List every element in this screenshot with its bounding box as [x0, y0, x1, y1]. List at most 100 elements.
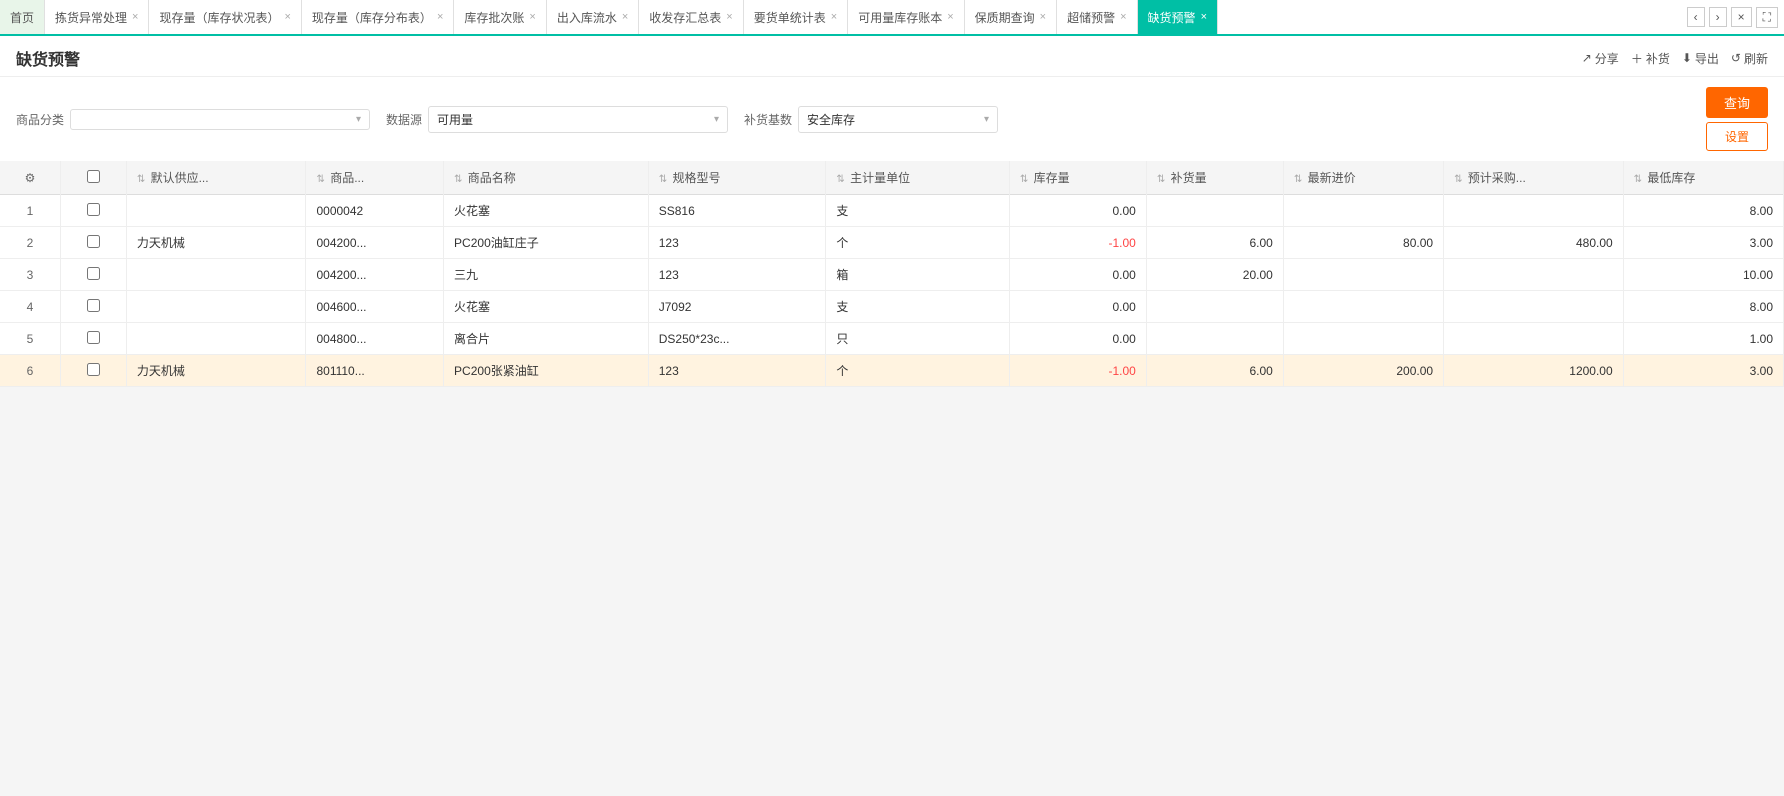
- column-supplier: ⇅ 默认供应...: [126, 161, 306, 195]
- row-unit-4: 只: [826, 323, 1009, 355]
- page-header: 缺货预警 ↗ 分享 ＋ 补货 ⬇ 导出 ↺ 刷新: [0, 36, 1784, 77]
- row-estimated-purchase-1: 480.00: [1444, 227, 1624, 259]
- column-checkbox-all[interactable]: [61, 161, 127, 195]
- row-checkbox-2[interactable]: [61, 259, 127, 291]
- row-checkbox-4[interactable]: [61, 323, 127, 355]
- row-goods-name-2: 三九: [444, 259, 649, 291]
- prev-tab-button[interactable]: ‹: [1687, 7, 1705, 27]
- tab-close-10[interactable]: ×: [1120, 11, 1126, 23]
- table-row: 2 力天机械 004200... PC200油缸庄子 123 个 -1.00 6…: [0, 227, 1784, 259]
- row-goods-name-1: PC200油缸庄子: [444, 227, 649, 259]
- category-label: 商品分类: [16, 111, 64, 128]
- category-chevron-icon: ▾: [356, 114, 361, 125]
- next-tab-button[interactable]: ›: [1709, 7, 1727, 27]
- row-num-0: 1: [0, 195, 61, 227]
- table-header-row: ⚙ ⇅ 默认供应... ⇅ 商品... ⇅ 商品名称 ⇅: [0, 161, 1784, 195]
- tab-7[interactable]: 要货单统计表×: [744, 0, 848, 34]
- tab-8[interactable]: 可用量库存账本×: [848, 0, 964, 34]
- row-num-5: 6: [0, 355, 61, 387]
- row-latest-price-5: 200.00: [1283, 355, 1443, 387]
- query-button[interactable]: 查询: [1706, 87, 1768, 118]
- refresh-button[interactable]: ↺ 刷新: [1731, 50, 1768, 67]
- tab-close-4[interactable]: ×: [529, 11, 535, 23]
- fullscreen-button[interactable]: ⛶: [1756, 7, 1778, 28]
- row-spec-3: J7092: [648, 291, 826, 323]
- select-all-checkbox[interactable]: [87, 170, 100, 183]
- tab-close-1[interactable]: ×: [132, 11, 138, 23]
- column-estimated-purchase: ⇅ 预计采购...: [1444, 161, 1624, 195]
- row-num-1: 2: [0, 227, 61, 259]
- tab-close-7[interactable]: ×: [831, 11, 837, 23]
- category-select[interactable]: ▾: [70, 109, 370, 130]
- column-settings-icon[interactable]: ⚙: [0, 161, 61, 195]
- row-replenish-5: 6.00: [1146, 355, 1283, 387]
- row-latest-price-4: [1283, 323, 1443, 355]
- tab-close-11[interactable]: ×: [1201, 11, 1207, 23]
- row-latest-price-2: [1283, 259, 1443, 291]
- row-min-stock-5: 3.00: [1623, 355, 1783, 387]
- row-unit-5: 个: [826, 355, 1009, 387]
- row-num-4: 5: [0, 323, 61, 355]
- row-estimated-purchase-2: [1444, 259, 1624, 291]
- row-min-stock-2: 10.00: [1623, 259, 1783, 291]
- export-icon: ⬇: [1682, 51, 1692, 65]
- replenish-base-chevron-icon: ▾: [984, 114, 989, 125]
- row-num-2: 3: [0, 259, 61, 291]
- row-min-stock-3: 8.00: [1623, 291, 1783, 323]
- row-estimated-purchase-4: [1444, 323, 1624, 355]
- row-supplier-4: [126, 323, 306, 355]
- row-checkbox-3[interactable]: [61, 291, 127, 323]
- export-button[interactable]: ⬇ 导出: [1682, 50, 1719, 67]
- table-row: 3 004200... 三九 123 箱 0.00 20.00 10.00: [0, 259, 1784, 291]
- tab-close-8[interactable]: ×: [947, 11, 953, 23]
- share-button[interactable]: ↗ 分享: [1582, 50, 1619, 67]
- share-icon: ↗: [1582, 51, 1592, 65]
- refresh-icon: ↺: [1731, 51, 1741, 65]
- tab-0[interactable]: 首页: [0, 0, 45, 34]
- close-window-button[interactable]: ×: [1731, 7, 1752, 27]
- row-supplier-5: 力天机械: [126, 355, 306, 387]
- tab-1[interactable]: 拣货异常处理×: [45, 0, 149, 34]
- tab-close-6[interactable]: ×: [726, 11, 732, 23]
- settings-button[interactable]: 设置: [1706, 122, 1768, 151]
- tab-9[interactable]: 保质期查询×: [965, 0, 1057, 34]
- tab-10[interactable]: 超储预警×: [1057, 0, 1137, 34]
- row-latest-price-0: [1283, 195, 1443, 227]
- row-supplier-0: [126, 195, 306, 227]
- tab-close-5[interactable]: ×: [622, 11, 628, 23]
- row-min-stock-1: 3.00: [1623, 227, 1783, 259]
- data-table: ⚙ ⇅ 默认供应... ⇅ 商品... ⇅ 商品名称 ⇅: [0, 161, 1784, 387]
- tab-4[interactable]: 库存批次账×: [454, 0, 546, 34]
- filter-bar: 商品分类 ▾ 数据源 可用量 ▾ 补货基数 安全库存 ▾ 查询 设置: [0, 77, 1784, 161]
- table-row: 1 0000042 火花塞 SS816 支 0.00 8.00: [0, 195, 1784, 227]
- tab-2[interactable]: 现存量（库存状况表）×: [149, 0, 301, 34]
- replenish-button[interactable]: ＋ 补货: [1631, 50, 1670, 67]
- row-checkbox-1[interactable]: [61, 227, 127, 259]
- row-goods-code-3: 004600...: [306, 291, 444, 323]
- row-estimated-purchase-0: [1444, 195, 1624, 227]
- tab-11[interactable]: 缺货预警×: [1138, 0, 1218, 34]
- row-stock-5: -1.00: [1009, 355, 1146, 387]
- row-spec-0: SS816: [648, 195, 826, 227]
- tab-3[interactable]: 现存量（库存分布表）×: [302, 0, 454, 34]
- row-spec-2: 123: [648, 259, 826, 291]
- column-min-stock: ⇅ 最低库存: [1623, 161, 1783, 195]
- tab-close-9[interactable]: ×: [1040, 11, 1046, 23]
- tab-6[interactable]: 收发存汇总表×: [639, 0, 743, 34]
- datasource-select[interactable]: 可用量 ▾: [428, 106, 728, 133]
- row-unit-2: 箱: [826, 259, 1009, 291]
- column-spec: ⇅ 规格型号: [648, 161, 826, 195]
- row-goods-name-0: 火花塞: [444, 195, 649, 227]
- row-replenish-4: [1146, 323, 1283, 355]
- tab-5[interactable]: 出入库流水×: [547, 0, 639, 34]
- row-stock-4: 0.00: [1009, 323, 1146, 355]
- tab-close-2[interactable]: ×: [284, 11, 290, 23]
- row-checkbox-0[interactable]: [61, 195, 127, 227]
- page-title: 缺货预警: [16, 46, 80, 70]
- tab-close-3[interactable]: ×: [437, 11, 443, 23]
- column-goods-name: ⇅ 商品名称: [444, 161, 649, 195]
- replenish-base-select[interactable]: 安全库存 ▾: [798, 106, 998, 133]
- row-supplier-3: [126, 291, 306, 323]
- row-checkbox-5[interactable]: [61, 355, 127, 387]
- row-goods-code-5: 801110...: [306, 355, 444, 387]
